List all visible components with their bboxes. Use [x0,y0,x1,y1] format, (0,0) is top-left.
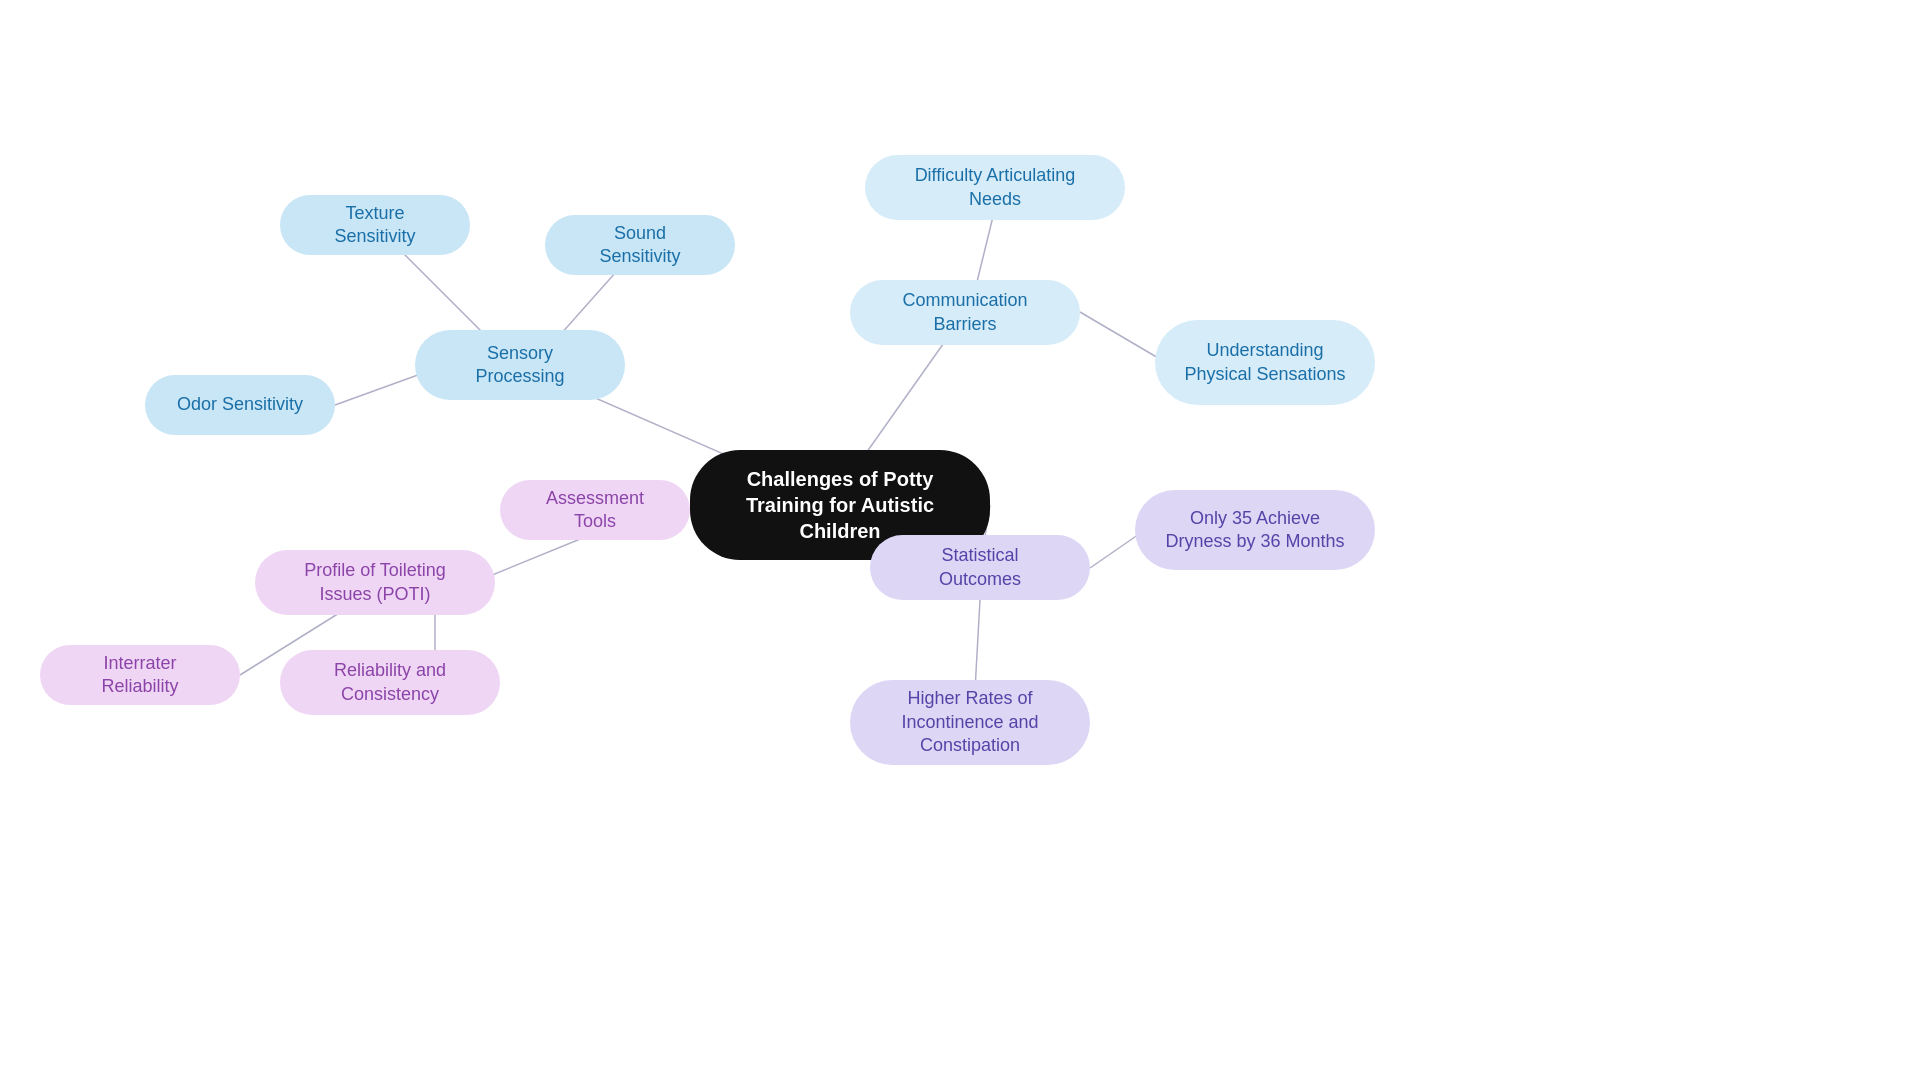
only-35-node: Only 35 Achieve Dryness by 36 Months [1135,490,1375,570]
understanding-physical-node: Understanding Physical Sensations [1155,320,1375,405]
svg-line-9 [975,600,980,690]
odor-sensitivity-node: Odor Sensitivity [145,375,335,435]
statistical-outcomes-node: Statistical Outcomes [870,535,1090,600]
reliability-consistency-node: Reliability and Consistency [280,650,500,715]
interrater-reliability-node: Interrater Reliability [40,645,240,705]
svg-line-6 [1080,312,1165,362]
texture-sensitivity-node: Texture Sensitivity [280,195,470,255]
profile-toileting-node: Profile of Toileting Issues (POTI) [255,550,495,615]
sensory-processing-node: Sensory Processing [415,330,625,400]
difficulty-articulating-node: Difficulty Articulating Needs [865,155,1125,220]
sound-sensitivity-node: Sound Sensitivity [545,215,735,275]
higher-rates-node: Higher Rates of Incontinence and Constip… [850,680,1090,765]
assessment-tools-node: Assessment Tools [500,480,690,540]
communication-barriers-node: Communication Barriers [850,280,1080,345]
